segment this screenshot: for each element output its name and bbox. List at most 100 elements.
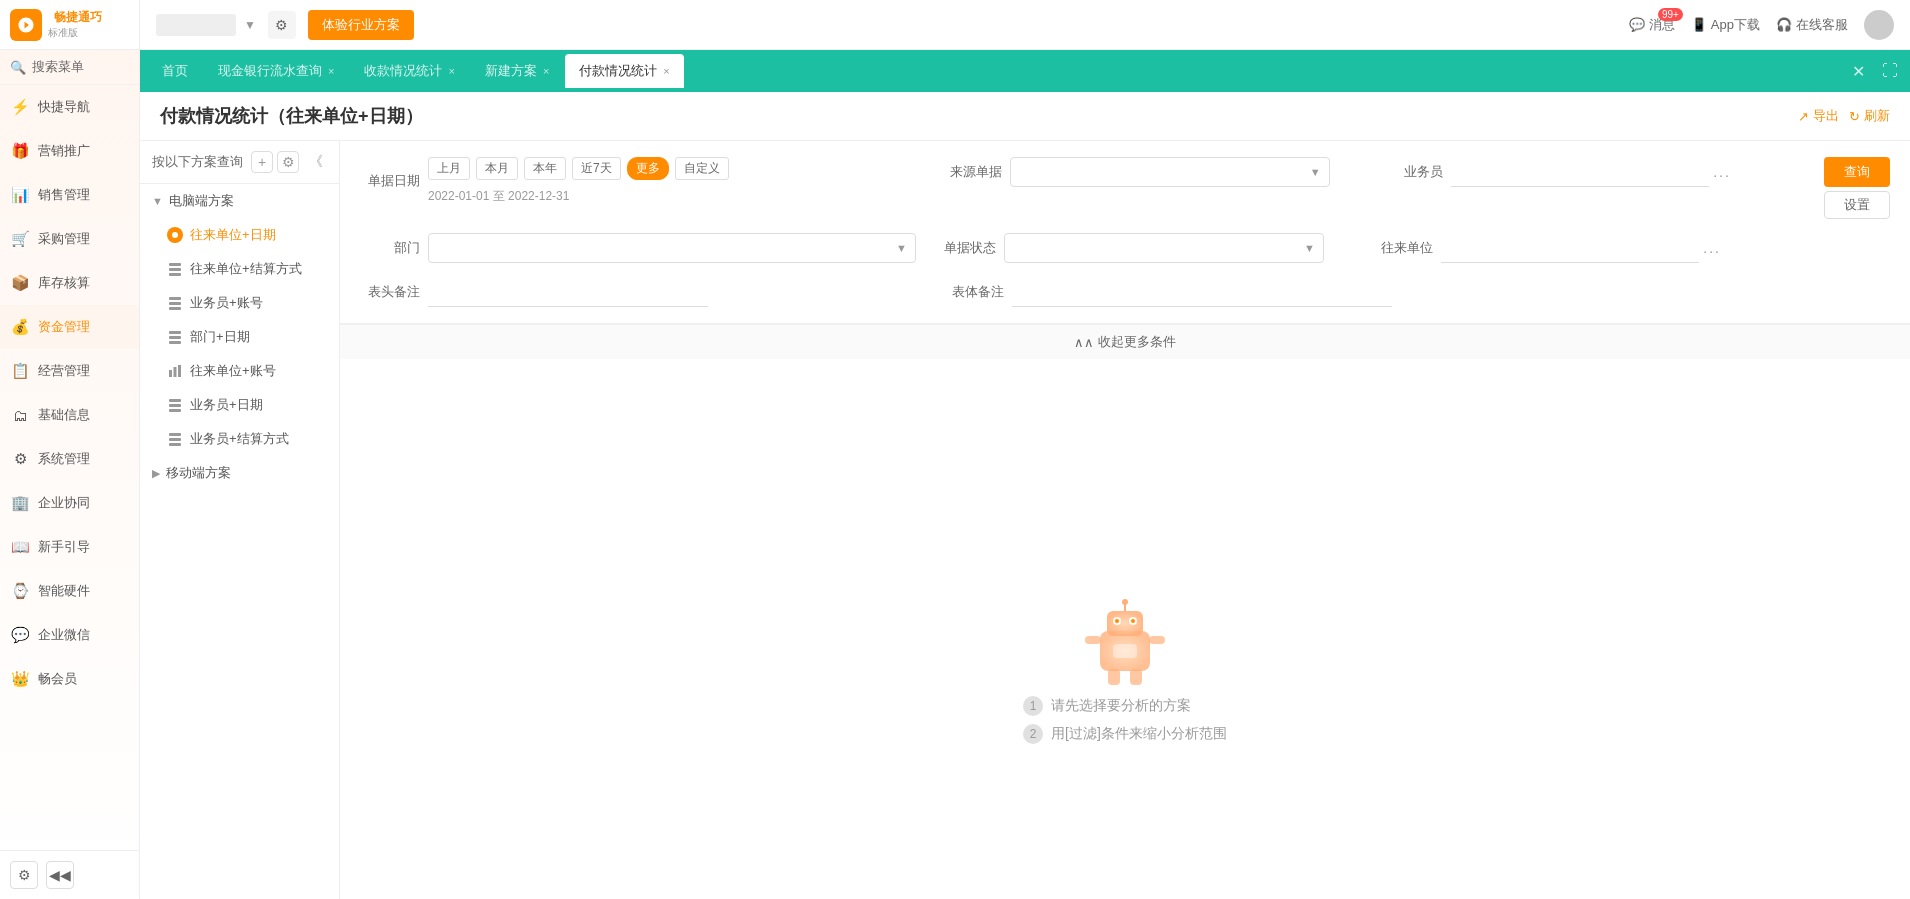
tab-bank[interactable]: 现金银行流水查询 × [204, 54, 348, 88]
note-body-input[interactable] [1012, 277, 1392, 307]
scheme-panel-title: 按以下方案查询 [152, 153, 245, 171]
wechat-icon: 💬 [10, 625, 30, 645]
topbar-trial-btn[interactable]: 体验行业方案 [308, 10, 414, 40]
scheme-mobile-group: ▶ 移动端方案 [140, 456, 339, 490]
sidebar-item-wechat[interactable]: 💬 企业微信 [0, 613, 139, 657]
svg-rect-16 [169, 438, 181, 441]
svg-rect-12 [169, 399, 181, 402]
filter-settings-btn[interactable]: 设置 [1824, 191, 1890, 219]
query-btn[interactable]: 查询 [1824, 157, 1890, 187]
this-year-btn[interactable]: 本年 [524, 157, 566, 180]
tab-bank-close[interactable]: × [328, 65, 334, 77]
sidebar-search[interactable]: 🔍 搜索菜单 [0, 50, 139, 85]
topbar-chevron-icon: ▼ [244, 18, 256, 32]
export-icon: ↗ [1798, 109, 1809, 124]
tabbar-expand-btn[interactable]: ⛶ [1878, 59, 1902, 83]
bill-status-select[interactable]: ▼ [1004, 233, 1324, 263]
scheme-mobile-title[interactable]: ▶ 移动端方案 [140, 456, 339, 490]
dept-label: 部门 [360, 239, 420, 257]
scheme-desktop-title[interactable]: ▼ 电脑端方案 [140, 184, 339, 218]
dept-select[interactable]: ▼ [428, 233, 916, 263]
sidebar-item-inventory[interactable]: 📦 库存核算 [0, 261, 139, 305]
tab-payment[interactable]: 付款情况统计 × [565, 54, 683, 88]
inventory-icon: 📦 [10, 273, 30, 293]
topbar-message-btn[interactable]: 💬 消息 99+ [1629, 16, 1675, 34]
tab-new-scheme-close[interactable]: × [543, 65, 549, 77]
operation-icon: 📋 [10, 361, 30, 381]
svg-rect-2 [169, 273, 181, 276]
last7-btn[interactable]: 近7天 [572, 157, 621, 180]
tab-receive[interactable]: 收款情况统计 × [350, 54, 468, 88]
note-header-input[interactable] [428, 277, 708, 307]
export-btn[interactable]: ↗ 导出 [1798, 107, 1839, 125]
scheme-header-actions: + ⚙ [251, 151, 299, 173]
sidebar-item-marketing[interactable]: 🎁 营销推广 [0, 129, 139, 173]
sidebar-item-member[interactable]: 👑 畅会员 [0, 657, 139, 701]
filter-row-2: 部门 ▼ 单据状态 ▼ [360, 233, 1890, 263]
more-btn[interactable]: 更多 [627, 157, 669, 180]
refresh-btn[interactable]: ↻ 刷新 [1849, 107, 1890, 125]
scheme-item-salesman-date[interactable]: 业务员+日期 [140, 388, 339, 422]
tab-receive-close[interactable]: × [448, 65, 454, 77]
collapse-up-icon: ∧∧ [1074, 335, 1094, 350]
empty-illustration [1075, 596, 1175, 696]
marketing-icon: 🎁 [10, 141, 30, 161]
scheme-item-salesman-settle[interactable]: 业务员+结算方式 [140, 422, 339, 456]
source-select-arrow: ▼ [1310, 166, 1321, 178]
filter-section: 单据日期 上月 本月 本年 近7天 更多 自定义 [340, 141, 1910, 324]
sidebar-settings-btn[interactable]: ⚙ [10, 861, 38, 889]
salesman-input[interactable] [1451, 157, 1709, 187]
tab-payment-label: 付款情况统计 [579, 62, 657, 80]
scheme-panel-header: 按以下方案查询 + ⚙ 《 [140, 141, 339, 184]
topbar-user-avatar[interactable] [1864, 10, 1894, 40]
sidebar-item-hardware[interactable]: ⌚ 智能硬件 [0, 569, 139, 613]
partner-label: 往来单位 [1373, 239, 1433, 257]
topbar-actions: 💬 消息 99+ 📱 App下载 🎧 在线客服 [1629, 10, 1894, 40]
scheme-item-salesman-account[interactable]: 业务员+账号 [140, 286, 339, 320]
scheme-add-btn[interactable]: + [251, 151, 273, 173]
sidebar-item-purchase[interactable]: 🛒 采购管理 [0, 217, 139, 261]
collapse-more-btn[interactable]: ∧∧ 收起更多条件 [340, 324, 1910, 359]
custom-btn[interactable]: 自定义 [675, 157, 729, 180]
scheme-desktop-group: ▼ 电脑端方案 往来单位+日期 [140, 184, 339, 456]
svg-rect-26 [1085, 636, 1101, 644]
scheme-item-dept-date[interactable]: 部门+日期 [140, 320, 339, 354]
partner-dots[interactable]: ... [1703, 240, 1721, 256]
tabbar: 首页 现金银行流水查询 × 收款情况统计 × 新建方案 × 付款情况统计 × ✕… [140, 50, 1910, 92]
scheme-item-partner-account[interactable]: 往来单位+账号 [140, 354, 339, 388]
sidebar-item-finance[interactable]: 💰 资金管理 [0, 305, 139, 349]
scheme-item-partner-date[interactable]: 往来单位+日期 [140, 218, 339, 252]
tab-new-scheme[interactable]: 新建方案 × [471, 54, 563, 88]
sidebar-item-cooperation[interactable]: 🏢 企业协同 [0, 481, 139, 525]
logo-icon [10, 9, 42, 41]
topbar-app-btn[interactable]: 📱 App下载 [1691, 16, 1760, 34]
this-month-btn[interactable]: 本月 [476, 157, 518, 180]
topbar: ▼ ⚙ 体验行业方案 💬 消息 99+ 📱 App下载 🎧 在线客服 [140, 0, 1910, 50]
sidebar-item-guide[interactable]: 📖 新手引导 [0, 525, 139, 569]
scheme-item-partner-settle[interactable]: 往来单位+结算方式 [140, 252, 339, 286]
scheme-collapse-btn[interactable]: 《 [305, 151, 327, 173]
date-range: 2022-01-01 至 2022-12-31 [428, 188, 729, 205]
sidebar-item-operation[interactable]: 📋 经营管理 [0, 349, 139, 393]
sidebar-item-sales[interactable]: 📊 销售管理 [0, 173, 139, 217]
filter-salesman: 业务员 ... [1383, 157, 1804, 187]
tab-home[interactable]: 首页 [148, 54, 202, 88]
sidebar-collapse-btn[interactable]: ◀◀ [46, 861, 74, 889]
tabbar-close-btn[interactable]: ✕ [1846, 59, 1870, 83]
sidebar-item-system[interactable]: ⚙ 系统管理 [0, 437, 139, 481]
topbar-service-btn[interactable]: 🎧 在线客服 [1776, 16, 1848, 34]
last-month-btn[interactable]: 上月 [428, 157, 470, 180]
tip-num-1: 1 [1023, 696, 1043, 716]
salesman-dots[interactable]: ... [1713, 164, 1731, 180]
scheme-table-icon-4 [166, 396, 184, 414]
source-select[interactable]: ▼ [1010, 157, 1330, 187]
tab-payment-close[interactable]: × [663, 65, 669, 77]
tip-text-1: 请先选择要分析的方案 [1051, 697, 1191, 715]
sidebar-item-quicknav[interactable]: ⚡ 快捷导航 [0, 85, 139, 129]
topbar-gear-btn[interactable]: ⚙ [268, 11, 296, 39]
sidebar-item-base[interactable]: 🗂 基础信息 [0, 393, 139, 437]
scheme-settings-btn[interactable]: ⚙ [277, 151, 299, 173]
page-actions: ↗ 导出 ↻ 刷新 [1798, 107, 1890, 125]
sidebar: 畅捷通巧 标准版 🔍 搜索菜单 ⚡ 快捷导航 🎁 营销推广 📊 销售管理 [0, 0, 140, 899]
partner-input[interactable] [1441, 233, 1699, 263]
